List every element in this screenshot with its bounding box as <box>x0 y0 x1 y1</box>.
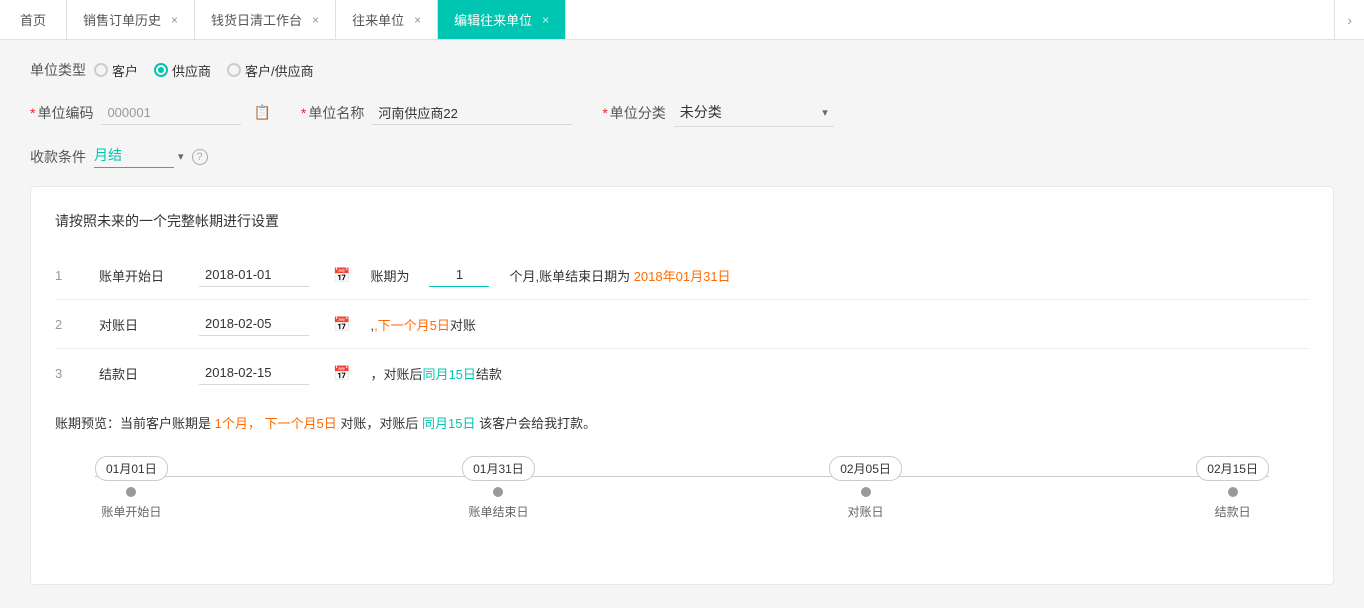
radio-customer-label: 客户 <box>112 61 138 80</box>
step-calendar-icon-2[interactable]: 📅 <box>333 316 350 333</box>
timeline-pill-1: 01月01日 <box>95 456 168 481</box>
step-label-2: 对账日 <box>99 315 179 334</box>
step-calendar-icon-1[interactable]: 📅 <box>333 267 350 284</box>
timeline-pill-2: 01月31日 <box>462 456 535 481</box>
radio-both-label: 客户/供应商 <box>245 61 314 80</box>
timeline-container: 01月01日 账单开始日 01月31日 账单结束日 02月05日 对账 <box>55 456 1309 560</box>
step-desc-1: 账期为 <box>370 266 409 285</box>
unit-category-label: *单位分类 <box>602 103 665 123</box>
settings-card: 请按照未来的一个完整帐期进行设置 1 账单开始日 📅 账期为 个月,账单结束日期… <box>30 186 1334 585</box>
preview-part3: 同月15日 <box>422 416 475 431</box>
unit-name-input[interactable] <box>372 101 572 125</box>
timeline-dot-4 <box>1228 487 1238 497</box>
preview-text: 账期预览：当前客户账期是 1个月， 下一个月5日 对账，对账后 同月15日 该客… <box>55 413 1309 432</box>
unit-category-arrow-icon: ▾ <box>822 106 828 119</box>
main-content: 单位类型 客户 供应商 客户/供应商 *单位编码 <box>0 40 1364 605</box>
step-label-1: 账单开始日 <box>99 266 179 285</box>
timeline-pill-4: 02月15日 <box>1196 456 1269 481</box>
payment-group: 收款条件 月结 ▾ ? <box>30 145 208 168</box>
payment-value: 月结 <box>94 145 174 168</box>
unit-info-row: *单位编码 📋 *单位名称 *单位分类 未分类 ▾ <box>30 98 1334 127</box>
unit-type-row: 单位类型 客户 供应商 客户/供应商 <box>30 60 1334 80</box>
step-desc-2: ,,下一个月5日对账 <box>370 315 475 334</box>
highlight-mid-2: ,下一个月5日 <box>374 318 450 333</box>
unit-name-label: *单位名称 <box>301 103 364 123</box>
timeline-label-4: 结款日 <box>1215 503 1251 520</box>
unit-code-group: *单位编码 📋 <box>30 101 271 125</box>
timeline-node-3: 02月05日 对账日 <box>829 456 902 520</box>
card-title: 请按照未来的一个完整帐期进行设置 <box>55 211 1309 231</box>
timeline-label-3: 对账日 <box>848 503 884 520</box>
preview-part1: 1个月， <box>215 416 261 431</box>
tab-sales-order[interactable]: 销售订单历史 × <box>67 0 195 39</box>
radio-supplier-circle <box>154 63 168 77</box>
copy-icon[interactable]: 📋 <box>253 104 270 121</box>
step-calendar-icon-3[interactable]: 📅 <box>333 365 350 382</box>
tab-sales-order-close[interactable]: × <box>171 13 178 27</box>
steps-table: 1 账单开始日 📅 账期为 个月,账单结束日期为 2018年01月31日 2 对… <box>55 251 1309 397</box>
timeline-pill-3: 02月05日 <box>829 456 902 481</box>
step-row-1: 1 账单开始日 📅 账期为 个月,账单结束日期为 2018年01月31日 <box>55 251 1309 300</box>
unit-category-value: 未分类 <box>680 102 722 122</box>
step-desc-1b: 个月,账单结束日期为 2018年01月31日 <box>509 266 730 285</box>
tab-more-arrow[interactable]: › <box>1334 0 1364 39</box>
timeline-node-2: 01月31日 账单结束日 <box>462 456 535 520</box>
help-icon[interactable]: ? <box>192 149 208 165</box>
radio-group: 客户 供应商 客户/供应商 <box>94 61 314 80</box>
tab-cash-work[interactable]: 钱货日清工作台 × <box>195 0 336 39</box>
timeline-nodes: 01月01日 账单开始日 01月31日 账单结束日 02月05日 对账 <box>95 456 1269 520</box>
radio-customer-circle <box>94 63 108 77</box>
step-date-2[interactable] <box>199 312 309 336</box>
tab-partner-close[interactable]: × <box>414 13 421 27</box>
step-row-2: 2 对账日 📅 ,,下一个月5日对账 <box>55 300 1309 349</box>
step-num-3: 3 <box>55 366 79 381</box>
preview-section: 账期预览：当前客户账期是 1个月， 下一个月5日 对账，对账后 同月15日 该客… <box>55 397 1309 560</box>
radio-both[interactable]: 客户/供应商 <box>227 61 314 80</box>
unit-name-group: *单位名称 <box>301 101 572 125</box>
timeline-dot-1 <box>126 487 136 497</box>
preview-part2: 下一个月5日 <box>265 416 337 431</box>
period-input[interactable] <box>429 263 489 287</box>
step-num-2: 2 <box>55 317 79 332</box>
payment-label: 收款条件 <box>30 147 86 167</box>
step-date-1[interactable] <box>199 263 309 287</box>
timeline-node-1: 01月01日 账单开始日 <box>95 456 168 520</box>
step-num-1: 1 <box>55 268 79 283</box>
timeline-node-4: 02月15日 结款日 <box>1196 456 1269 520</box>
tab-cash-work-close[interactable]: × <box>312 13 319 27</box>
radio-supplier-label: 供应商 <box>172 61 211 80</box>
unit-category-select[interactable]: 未分类 ▾ <box>674 98 834 127</box>
highlight-date-1: 2018年01月31日 <box>634 269 731 284</box>
tab-edit-partner-close[interactable]: × <box>542 13 549 27</box>
step-date-3[interactable] <box>199 361 309 385</box>
unit-code-label: *单位编码 <box>30 103 93 123</box>
timeline-label-2: 账单结束日 <box>468 503 528 520</box>
timeline-dot-2 <box>493 487 503 497</box>
highlight-mid-3: 同月15日 <box>422 367 475 382</box>
radio-both-circle <box>227 63 241 77</box>
tab-home[interactable]: 首页 <box>0 0 67 39</box>
timeline-label-1: 账单开始日 <box>101 503 161 520</box>
step-desc-3: ，对账后同月15日结款 <box>370 364 502 383</box>
timeline-dot-3 <box>861 487 871 497</box>
unit-type-label: 单位类型 <box>30 60 86 80</box>
unit-category-group: *单位分类 未分类 ▾ <box>602 98 833 127</box>
radio-supplier[interactable]: 供应商 <box>154 61 211 80</box>
payment-select[interactable]: 月结 ▾ <box>94 145 184 168</box>
tab-edit-partner[interactable]: 编辑往来单位 × <box>438 0 566 39</box>
payment-row: 收款条件 月结 ▾ ? <box>30 145 1334 168</box>
payment-arrow-icon: ▾ <box>178 150 184 163</box>
step-label-3: 结款日 <box>99 364 179 383</box>
radio-customer[interactable]: 客户 <box>94 61 138 80</box>
unit-type-group: 单位类型 客户 供应商 客户/供应商 <box>30 60 314 80</box>
unit-code-input[interactable] <box>101 101 241 125</box>
tab-bar: 首页 销售订单历史 × 钱货日清工作台 × 往来单位 × 编辑往来单位 × › <box>0 0 1364 40</box>
tab-partner[interactable]: 往来单位 × <box>336 0 438 39</box>
step-row-3: 3 结款日 📅 ，对账后同月15日结款 <box>55 349 1309 397</box>
